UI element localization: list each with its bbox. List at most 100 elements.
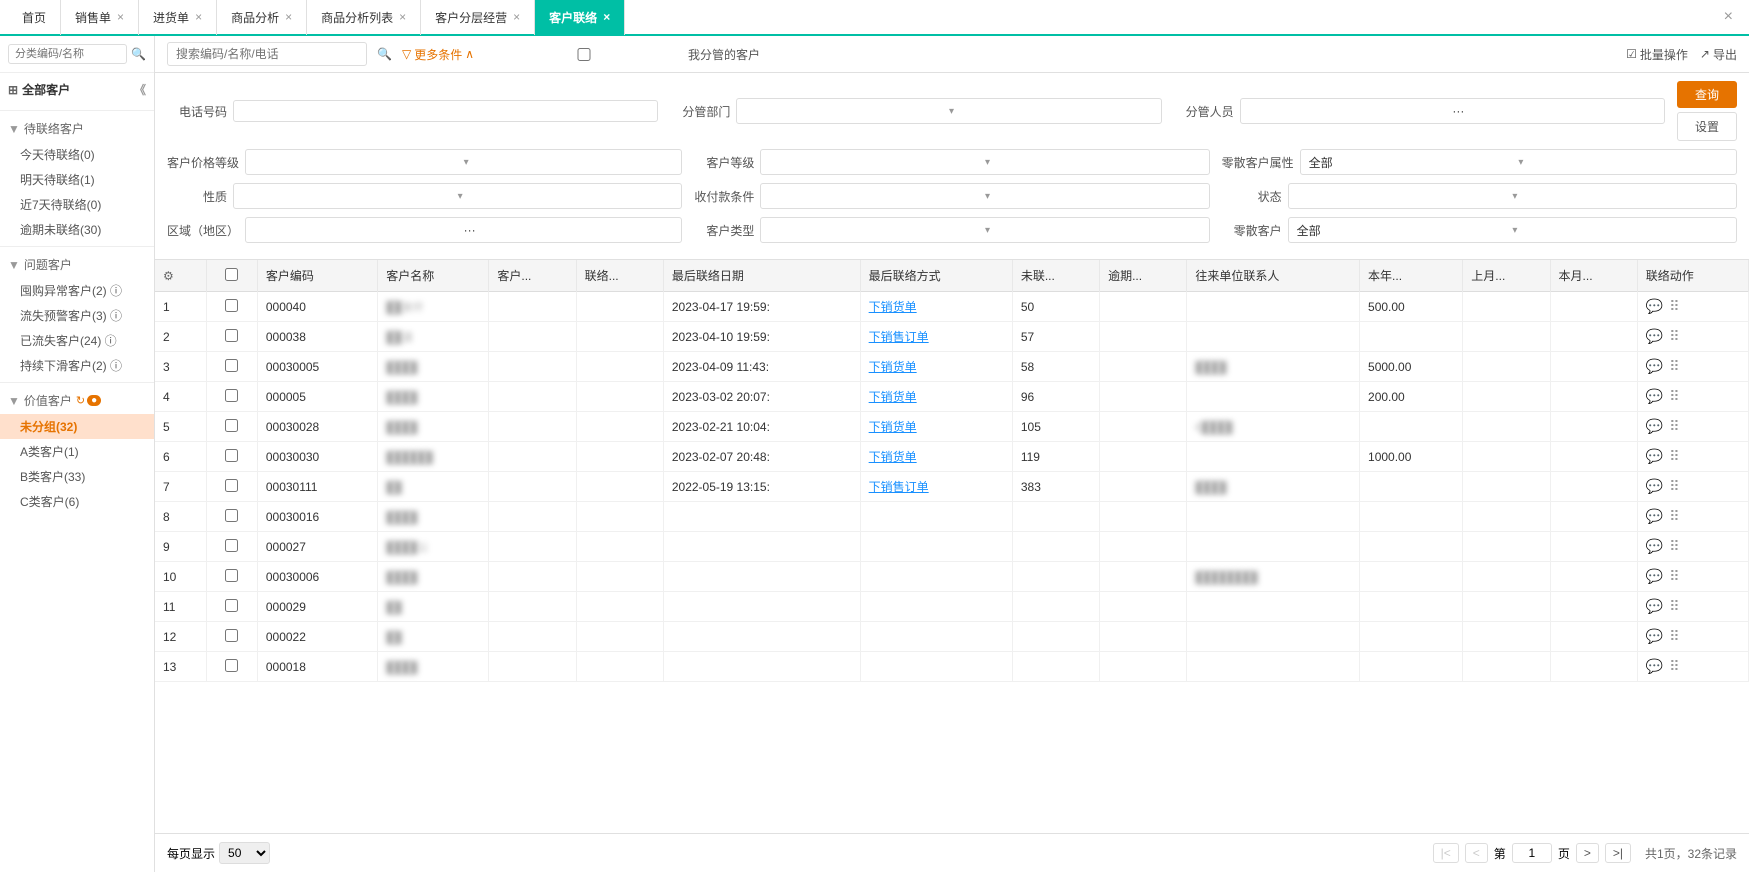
message-icon[interactable]: 💬 <box>1646 478 1663 495</box>
sidebar-item-churn-warning[interactable]: 流失预警客户(3) ⓘ <box>0 303 154 328</box>
sidebar-item-overdue-contact[interactable]: 逾期未联络(30) <box>0 217 154 242</box>
sidebar-item-today[interactable]: 今天待联络(0) <box>0 142 154 167</box>
grid-action-icon[interactable]: ⠿ <box>1669 328 1679 345</box>
message-icon[interactable]: 💬 <box>1646 328 1663 345</box>
search-button[interactable]: 🔍 <box>377 47 392 61</box>
sidebar-search-input[interactable] <box>8 44 127 64</box>
region-select[interactable]: ··· <box>245 217 682 243</box>
sidebar-group-problem[interactable]: ▼ 问题客户 <box>0 251 154 278</box>
grid-action-icon[interactable]: ⠿ <box>1669 658 1679 675</box>
last-method-link[interactable]: 下销售订单 <box>869 330 929 344</box>
message-icon[interactable]: 💬 <box>1646 538 1663 555</box>
last-method-link[interactable]: 下销货单 <box>869 450 917 464</box>
zero-customer-select[interactable]: 全部 ▾ <box>1288 217 1737 243</box>
row-checkbox[interactable] <box>225 629 238 642</box>
sidebar-item-class-c[interactable]: C类客户(6) <box>0 489 154 514</box>
tab-sales[interactable]: 销售单 × <box>61 0 139 35</box>
row-checkbox[interactable] <box>225 509 238 522</box>
my-customers-checkbox-label[interactable]: 我分管的客户 <box>484 46 760 63</box>
prev-page-button[interactable]: < <box>1465 843 1488 863</box>
close-icon[interactable]: × <box>513 10 520 24</box>
row-checkbox-cell[interactable] <box>206 502 257 532</box>
last-page-button[interactable]: >| <box>1605 843 1631 863</box>
last-method-link[interactable]: 下销货单 <box>869 390 917 404</box>
grid-action-icon[interactable]: ⠿ <box>1669 628 1679 645</box>
export-button[interactable]: ↗ 导出 <box>1700 46 1737 63</box>
sidebar-item-7days[interactable]: 近7天待联络(0) <box>0 192 154 217</box>
message-icon[interactable]: 💬 <box>1646 448 1663 465</box>
close-all-tabs[interactable]: × <box>1716 8 1741 26</box>
row-checkbox[interactable] <box>225 359 238 372</box>
status-select[interactable]: ▾ <box>1288 183 1737 209</box>
sidebar-item-ungrouped[interactable]: 未分组(32) <box>0 414 154 439</box>
row-checkbox[interactable] <box>225 389 238 402</box>
tab-customer-contact[interactable]: 客户联络 × <box>535 0 625 35</box>
message-icon[interactable]: 💬 <box>1646 628 1663 645</box>
dots-icon[interactable]: ··· <box>460 223 674 237</box>
close-icon[interactable]: × <box>117 10 124 24</box>
row-checkbox[interactable] <box>225 419 238 432</box>
sidebar-item-tomorrow[interactable]: 明天待联络(1) <box>0 167 154 192</box>
phone-input[interactable] <box>233 100 658 122</box>
customer-type-select[interactable]: ▾ <box>760 217 1209 243</box>
row-checkbox-cell[interactable] <box>206 562 257 592</box>
customer-level-select[interactable]: ▾ <box>760 149 1209 175</box>
per-page-select[interactable]: 50 100 200 <box>219 842 270 864</box>
next-page-button[interactable]: > <box>1576 843 1599 863</box>
sidebar-item-churned[interactable]: 已流失客户(24) ⓘ <box>0 328 154 353</box>
close-icon[interactable]: × <box>285 10 292 24</box>
tab-product-analysis-list[interactable]: 商品分析列表 × <box>307 0 421 35</box>
close-icon[interactable]: × <box>399 10 406 24</box>
payment-select[interactable]: ▾ <box>760 183 1209 209</box>
reset-button[interactable]: 设置 <box>1677 112 1737 141</box>
tab-purchase[interactable]: 进货单 × <box>139 0 217 35</box>
batch-ops-button[interactable]: ☑ 批量操作 <box>1626 46 1688 63</box>
sidebar-item-class-a[interactable]: A类客户(1) <box>0 439 154 464</box>
row-checkbox[interactable] <box>225 659 238 672</box>
row-checkbox-cell[interactable] <box>206 442 257 472</box>
grid-action-icon[interactable]: ⠿ <box>1669 598 1679 615</box>
sidebar-item-abnormal[interactable]: 囤购异常客户(2) ⓘ <box>0 278 154 303</box>
query-button[interactable]: 查询 <box>1677 81 1737 108</box>
first-page-button[interactable]: |< <box>1433 843 1459 863</box>
tab-customer-segment[interactable]: 客户分层经营 × <box>421 0 535 35</box>
last-method-link[interactable]: 下销货单 <box>869 360 917 374</box>
select-all-checkbox[interactable] <box>225 268 238 281</box>
grid-action-icon[interactable]: ⠿ <box>1669 448 1679 465</box>
last-method-link[interactable]: 下销货单 <box>869 300 917 314</box>
sidebar-group-value[interactable]: ▼ 价值客户 ↻ ● <box>0 387 154 414</box>
refresh-icon[interactable]: ↻ <box>76 394 85 407</box>
filter-button[interactable]: ▽ 更多条件 ∧ <box>402 46 474 63</box>
sidebar-search-icon[interactable]: 🔍 <box>131 47 146 61</box>
grid-action-icon[interactable]: ⠿ <box>1669 358 1679 375</box>
price-level-select[interactable]: ▾ <box>245 149 682 175</box>
dots-icon[interactable]: ··· <box>1448 104 1656 118</box>
message-icon[interactable]: 💬 <box>1646 508 1663 525</box>
checkbox-col-header[interactable] <box>206 260 257 292</box>
person-select[interactable]: ··· <box>1240 98 1665 124</box>
message-icon[interactable]: 💬 <box>1646 298 1663 315</box>
row-checkbox-cell[interactable] <box>206 532 257 562</box>
page-input[interactable] <box>1512 843 1552 863</box>
grid-action-icon[interactable]: ⠿ <box>1669 388 1679 405</box>
message-icon[interactable]: 💬 <box>1646 598 1663 615</box>
nature-select[interactable]: ▾ <box>233 183 682 209</box>
search-input[interactable] <box>167 42 367 66</box>
grid-action-icon[interactable]: ⠿ <box>1669 538 1679 555</box>
row-checkbox[interactable] <box>225 449 238 462</box>
row-checkbox-cell[interactable] <box>206 412 257 442</box>
close-icon[interactable]: × <box>603 10 610 24</box>
message-icon[interactable]: 💬 <box>1646 418 1663 435</box>
message-icon[interactable]: 💬 <box>1646 358 1663 375</box>
all-customers-header[interactable]: ⊞ 全部客户 《 <box>0 73 154 106</box>
tab-product-analysis[interactable]: 商品分析 × <box>217 0 307 35</box>
row-checkbox-cell[interactable] <box>206 352 257 382</box>
tab-home[interactable]: 首页 <box>8 0 61 35</box>
collapse-icon[interactable]: 《 <box>134 81 146 98</box>
row-checkbox-cell[interactable] <box>206 322 257 352</box>
grid-action-icon[interactable]: ⠿ <box>1669 568 1679 585</box>
row-checkbox[interactable] <box>225 329 238 342</box>
close-icon[interactable]: × <box>195 10 202 24</box>
settings-col-header[interactable]: ⚙ <box>155 260 206 292</box>
last-method-link[interactable]: 下销货单 <box>869 420 917 434</box>
